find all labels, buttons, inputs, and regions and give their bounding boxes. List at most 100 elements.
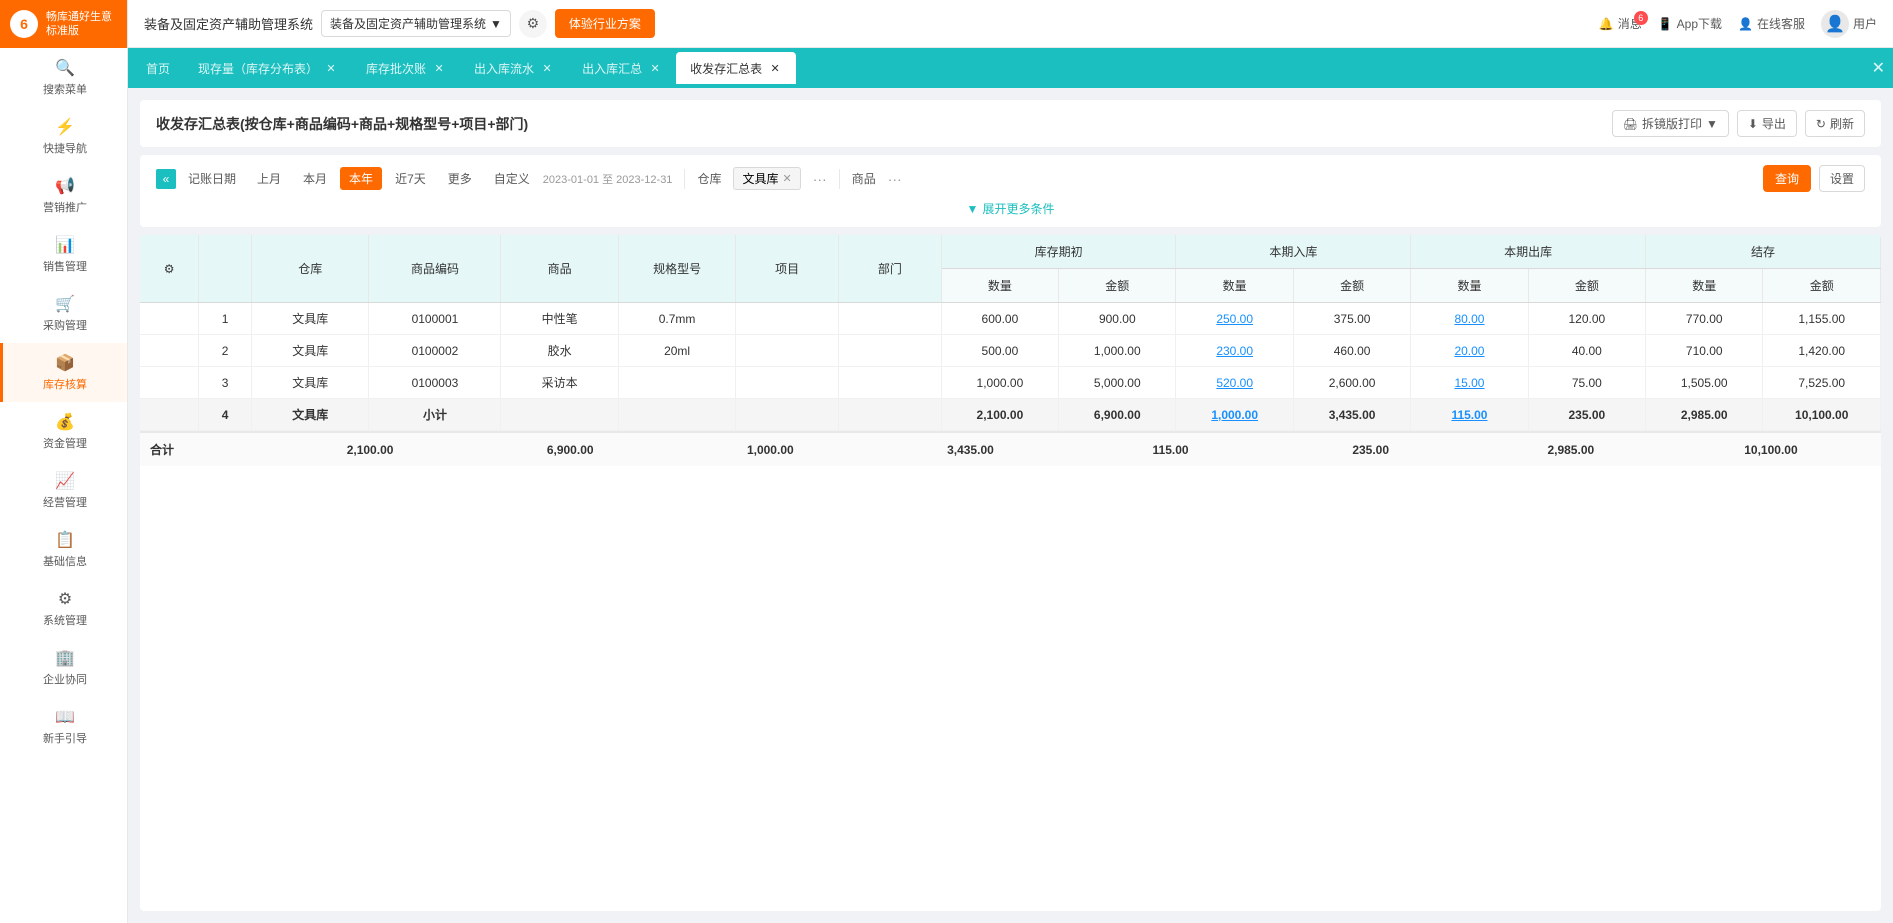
tab-batch-ledger[interactable]: 库存批次账 ✕ (352, 52, 460, 84)
date-btn-7days[interactable]: 近7天 (386, 167, 435, 190)
sidebar-nav: 🔍 搜索菜单 ⚡ 快捷导航 📢 营销推广 📊 销售管理 🛒 采购管理 📦 库存核… (0, 48, 127, 923)
query-button[interactable]: 查询 (1763, 165, 1811, 192)
sidebar-item-label: 搜索菜单 (43, 81, 87, 97)
subtotal-out-qty-link[interactable]: 115.00 (1451, 408, 1487, 422)
warehouse-tag-close[interactable]: ✕ (782, 172, 791, 185)
sidebar-item-search[interactable]: 🔍 搜索菜单 (0, 48, 127, 107)
subtotal-empty3 (736, 399, 839, 431)
row-in-qty[interactable]: 250.00 (1176, 303, 1293, 335)
export-button[interactable]: ⬇ 导出 (1737, 110, 1797, 137)
print-button[interactable]: 🖨 拆镜版打印 ▼ (1612, 110, 1729, 137)
out-qty-link[interactable]: 80.00 (1454, 312, 1484, 326)
in-qty-link[interactable]: 520.00 (1216, 376, 1253, 390)
tab-recv-summary[interactable]: 收发存汇总表 ✕ (676, 52, 796, 84)
row-out-qty[interactable]: 20.00 (1411, 335, 1528, 367)
sidebar-item-system[interactable]: ⚙ 系统管理 (0, 579, 127, 638)
subtotal-in-qty[interactable]: 1,000.00 (1176, 399, 1293, 431)
balance-col-header: 结存 (1646, 235, 1881, 269)
date-range-text: 2023-01-01 至 2023-12-31 (543, 171, 673, 187)
system-dropdown[interactable]: 装备及固定资产辅助管理系统 ▼ (321, 10, 511, 37)
opening-qty-header: 数量 (941, 269, 1058, 303)
out-qty-link[interactable]: 20.00 (1454, 344, 1484, 358)
sidebar-item-label: 销售管理 (43, 258, 87, 274)
sidebar-item-quick-nav[interactable]: ⚡ 快捷导航 (0, 107, 127, 166)
in-qty-link[interactable]: 230.00 (1216, 344, 1253, 358)
row-out-qty[interactable]: 15.00 (1411, 367, 1528, 399)
row-spec (618, 367, 735, 399)
warehouse-tag-label: 文具库 (742, 170, 778, 187)
row-checkbox[interactable] (140, 335, 199, 367)
sidebar-item-basic[interactable]: 📋 基础信息 (0, 520, 127, 579)
date-filter-label: 记账日期 (188, 170, 236, 187)
row-in-qty[interactable]: 520.00 (1176, 367, 1293, 399)
tab-close-icon[interactable]: ✕ (648, 61, 662, 75)
incoming-col-header: 本期入库 (1176, 235, 1411, 269)
sidebar-item-operation[interactable]: 📈 经营管理 (0, 461, 127, 520)
settings-button[interactable]: ⚙ (519, 10, 547, 38)
sidebar-item-marketing[interactable]: 📢 营销推广 (0, 166, 127, 225)
sidebar-item-enterprise[interactable]: 🏢 企业协同 (0, 638, 127, 697)
expand-label: 展开更多条件 (982, 200, 1054, 217)
bell-icon: 🔔 (1599, 17, 1614, 31)
sidebar-item-inventory[interactable]: 📦 库存核算 (0, 343, 127, 402)
tab-inout-summary[interactable]: 出入库汇总 ✕ (568, 52, 676, 84)
online-service-action[interactable]: 👤 在线客服 (1738, 15, 1805, 32)
export-icon: ⬇ (1748, 117, 1758, 131)
out-qty-link[interactable]: 15.00 (1454, 376, 1484, 390)
sidebar-item-sales[interactable]: 📊 销售管理 (0, 225, 127, 284)
outgoing-col-header: 本期出库 (1411, 235, 1646, 269)
tabbar-close-icon[interactable]: ✕ (1872, 58, 1885, 78)
trending-icon: 📈 (55, 471, 75, 491)
app-download-action[interactable]: 📱 App下载 (1658, 15, 1722, 32)
sidebar-item-guide[interactable]: 📖 新手引导 (0, 697, 127, 756)
sidebar-item-label: 库存核算 (43, 376, 87, 392)
messages-action[interactable]: 🔔 消息 6 (1599, 15, 1642, 32)
date-btn-this-month[interactable]: 本月 (294, 167, 336, 190)
sidebar-item-label: 新手引导 (43, 730, 87, 746)
app-title-line2: 标准版 (46, 24, 112, 38)
filter-toggle-button[interactable]: « (156, 169, 176, 189)
box-icon: 📦 (55, 353, 75, 373)
tab-home[interactable]: 首页 (132, 52, 184, 84)
sidebar-item-finance[interactable]: 💰 资金管理 (0, 402, 127, 461)
avatar: 👤 (1821, 10, 1849, 38)
row-out-amt: 40.00 (1528, 335, 1645, 367)
row-idx: 1 (199, 303, 252, 335)
date-btn-this-year[interactable]: 本年 (340, 167, 382, 190)
warehouse-more[interactable]: ··· (813, 171, 827, 187)
refresh-button[interactable]: ↻ 刷新 (1805, 110, 1865, 137)
row-checkbox[interactable] (140, 303, 199, 335)
subtotal-checkbox[interactable] (140, 399, 199, 431)
money-icon: 💰 (55, 412, 75, 432)
tab-close-icon[interactable]: ✕ (432, 61, 446, 75)
row-out-qty[interactable]: 80.00 (1411, 303, 1528, 335)
subtotal-bal-amt: 10,100.00 (1763, 399, 1881, 431)
subtotal-in-qty-link[interactable]: 1,000.00 (1211, 408, 1258, 422)
sidebar-item-purchase[interactable]: 🛒 采购管理 (0, 284, 127, 343)
row-in-amt: 375.00 (1293, 303, 1410, 335)
goods-more[interactable]: ··· (888, 171, 902, 187)
subtotal-row: 4 文具库 小计 2,100.00 6,900.00 1,000.00 3,43… (140, 399, 1881, 431)
row-checkbox[interactable] (140, 367, 199, 399)
row-in-qty[interactable]: 230.00 (1176, 335, 1293, 367)
date-btn-last-month[interactable]: 上月 (248, 167, 290, 190)
trial-button[interactable]: 体验行业方案 (555, 9, 655, 38)
tab-inventory-dist[interactable]: 现存量（库存分布表） ✕ (184, 52, 352, 84)
subtotal-out-qty[interactable]: 115.00 (1411, 399, 1528, 431)
row-project (736, 335, 839, 367)
footer-bal-qty: 2,985.00 (1471, 443, 1671, 457)
in-qty-link[interactable]: 250.00 (1216, 312, 1253, 326)
sidebar-item-label: 系统管理 (43, 612, 87, 628)
date-btn-custom[interactable]: 自定义 (485, 167, 539, 190)
gear-icon: ⚙ (527, 15, 540, 32)
filter-expand-button[interactable]: ▼ 展开更多条件 (156, 200, 1865, 217)
row-spec: 20ml (618, 335, 735, 367)
user-action[interactable]: 👤 用户 (1821, 10, 1877, 38)
tab-close-icon[interactable]: ✕ (540, 61, 554, 75)
date-btn-more[interactable]: 更多 (439, 167, 481, 190)
tab-inout-flow[interactable]: 出入库流水 ✕ (460, 52, 568, 84)
settings-button[interactable]: 设置 (1819, 165, 1865, 192)
tab-close-icon[interactable]: ✕ (324, 61, 338, 75)
tab-close-icon[interactable]: ✕ (768, 61, 782, 75)
row-in-amt: 460.00 (1293, 335, 1410, 367)
